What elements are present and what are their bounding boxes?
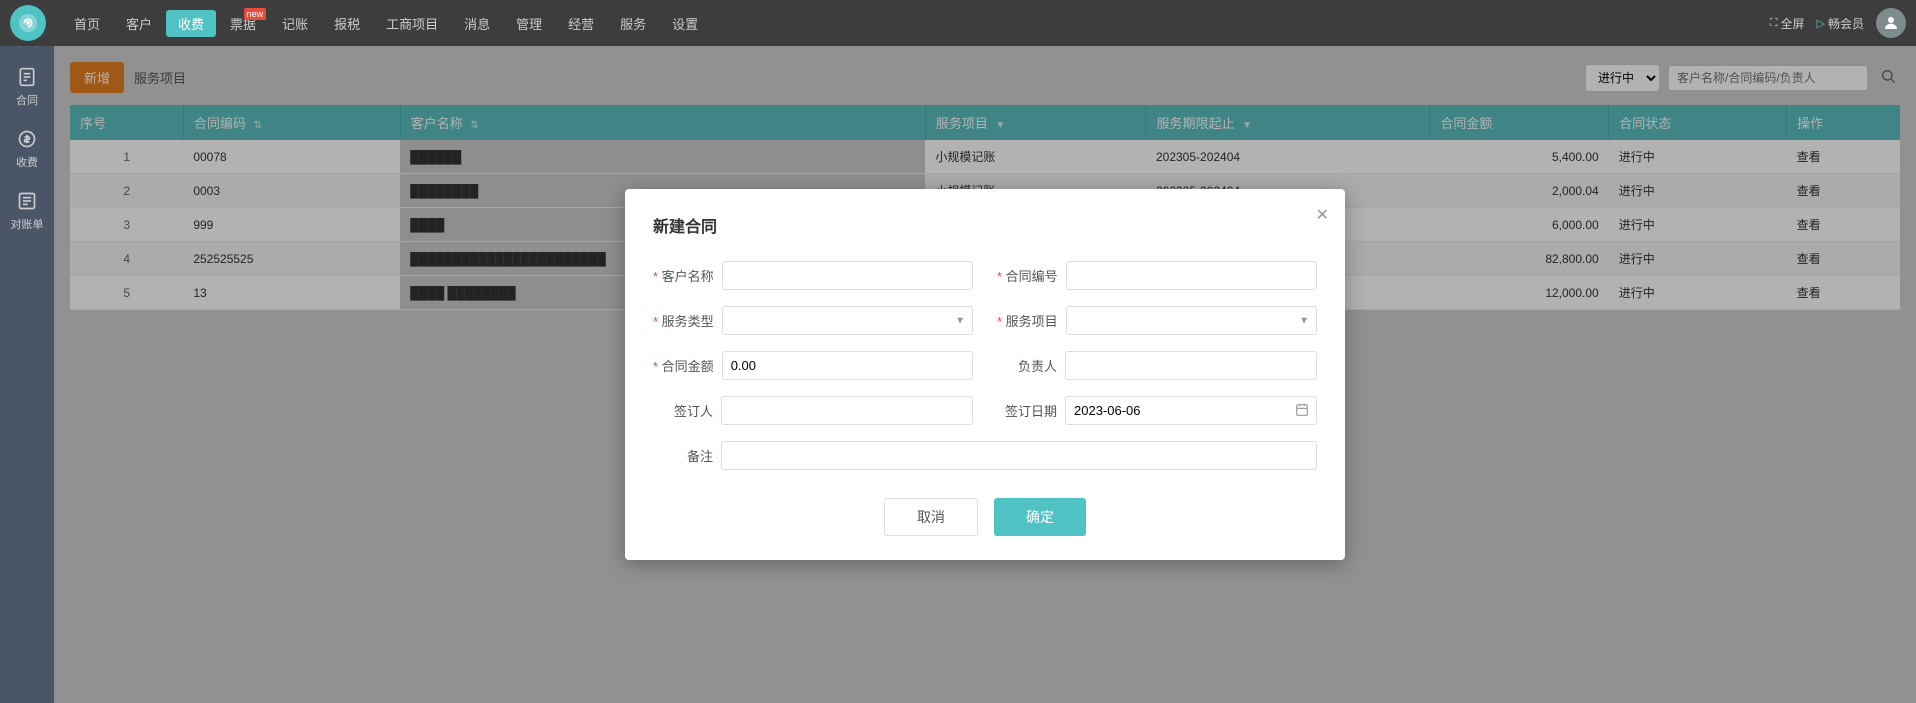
form-row-service-type: 服务类型 <box>653 306 973 335</box>
service-item-label: 服务项目 <box>997 311 1058 330</box>
contract-amount-input[interactable] <box>722 351 973 380</box>
modal-footer: 取消 确定 <box>653 498 1317 536</box>
nav-item-首页[interactable]: 首页 <box>62 10 112 37</box>
nav-right-section: ⛶ 全屏 ▷ 畅会员 <box>1770 8 1906 38</box>
nav-item-报税[interactable]: 报税 <box>322 10 372 37</box>
service-item-select-wrapper <box>1066 306 1317 335</box>
form-row-responsible: 负责人 <box>997 351 1317 380</box>
nav-item-服务[interactable]: 服务 <box>608 10 658 37</box>
nav-item-客户[interactable]: 客户 <box>114 10 164 37</box>
nav-item-经营[interactable]: 经营 <box>556 10 606 37</box>
sign-date-input[interactable] <box>1065 396 1317 425</box>
form-row-sign-date: 签订日期 <box>997 396 1317 425</box>
note-label: 备注 <box>653 446 713 465</box>
modal-close-button[interactable]: ✕ <box>1316 205 1329 225</box>
nav-item-票据[interactable]: 票据new <box>218 10 268 37</box>
form-grid: 客户名称 合同编号 服务类型 <box>653 261 1317 470</box>
note-input[interactable] <box>721 441 1317 470</box>
sidebar-item-statement[interactable]: 对账单 <box>0 180 54 242</box>
sign-date-label: 签订日期 <box>997 401 1057 420</box>
contract-icon <box>16 66 38 88</box>
responsible-label: 负责人 <box>997 356 1057 375</box>
cancel-button[interactable]: 取消 <box>884 498 978 536</box>
signatory-input[interactable] <box>721 396 973 425</box>
sidebar-item-contract[interactable]: 合同 <box>0 56 54 118</box>
customer-name-input[interactable] <box>722 261 973 290</box>
statement-icon <box>16 190 38 212</box>
sign-date-wrapper <box>1065 396 1317 425</box>
contract-no-label: 合同编号 <box>997 266 1058 285</box>
content-area: 新增 服务项目 进行中 已完成 已终止 序号 <box>54 46 1916 703</box>
nav-item-收费[interactable]: 收费 <box>166 10 216 37</box>
user-avatar[interactable] <box>1876 8 1906 38</box>
calendar-icon[interactable] <box>1295 402 1309 419</box>
sidebar-item-fee[interactable]: 收费 <box>0 118 54 180</box>
contract-amount-label: 合同金额 <box>653 356 714 375</box>
modal-overlay: ✕ 新建合同 客户名称 合同编号 服务类型 <box>54 46 1916 703</box>
service-type-select[interactable] <box>722 306 973 335</box>
signatory-label: 签订人 <box>653 401 713 420</box>
new-badge: new <box>244 8 267 20</box>
nav-item-设置[interactable]: 设置 <box>660 10 710 37</box>
nav-item-管理[interactable]: 管理 <box>504 10 554 37</box>
left-sidebar: 合同 收费 对账单 <box>0 46 54 703</box>
form-row-service-item: 服务项目 <box>997 306 1317 335</box>
member-button[interactable]: ▷ 畅会员 <box>1817 15 1864 32</box>
service-item-select[interactable] <box>1066 306 1317 335</box>
top-navigation: 首页客户收费票据new记账报税工商项目消息管理经营服务设置 ⛶ 全屏 ▷ 畅会员 <box>0 0 1916 46</box>
nav-item-记账[interactable]: 记账 <box>270 10 320 37</box>
new-contract-modal: ✕ 新建合同 客户名称 合同编号 服务类型 <box>625 189 1345 560</box>
form-row-customer: 客户名称 <box>653 261 973 290</box>
nav-item-消息[interactable]: 消息 <box>452 10 502 37</box>
form-row-signatory: 签订人 <box>653 396 973 425</box>
customer-name-label: 客户名称 <box>653 266 714 285</box>
nav-item-工商项目[interactable]: 工商项目 <box>374 10 450 37</box>
contract-no-input[interactable] <box>1066 261 1317 290</box>
responsible-input[interactable] <box>1065 351 1317 380</box>
modal-title: 新建合同 <box>653 213 1317 237</box>
service-type-label: 服务类型 <box>653 311 714 330</box>
main-layout: 合同 收费 对账单 新增 服务项目 进 <box>0 46 1916 703</box>
form-row-contract-no: 合同编号 <box>997 261 1317 290</box>
form-row-note: 备注 <box>653 441 1317 470</box>
service-type-select-wrapper <box>722 306 973 335</box>
app-logo[interactable] <box>10 5 46 41</box>
fee-icon <box>16 128 38 150</box>
fullscreen-button[interactable]: ⛶ 全屏 <box>1770 15 1805 32</box>
confirm-button[interactable]: 确定 <box>994 498 1086 536</box>
form-row-amount: 合同金额 <box>653 351 973 380</box>
